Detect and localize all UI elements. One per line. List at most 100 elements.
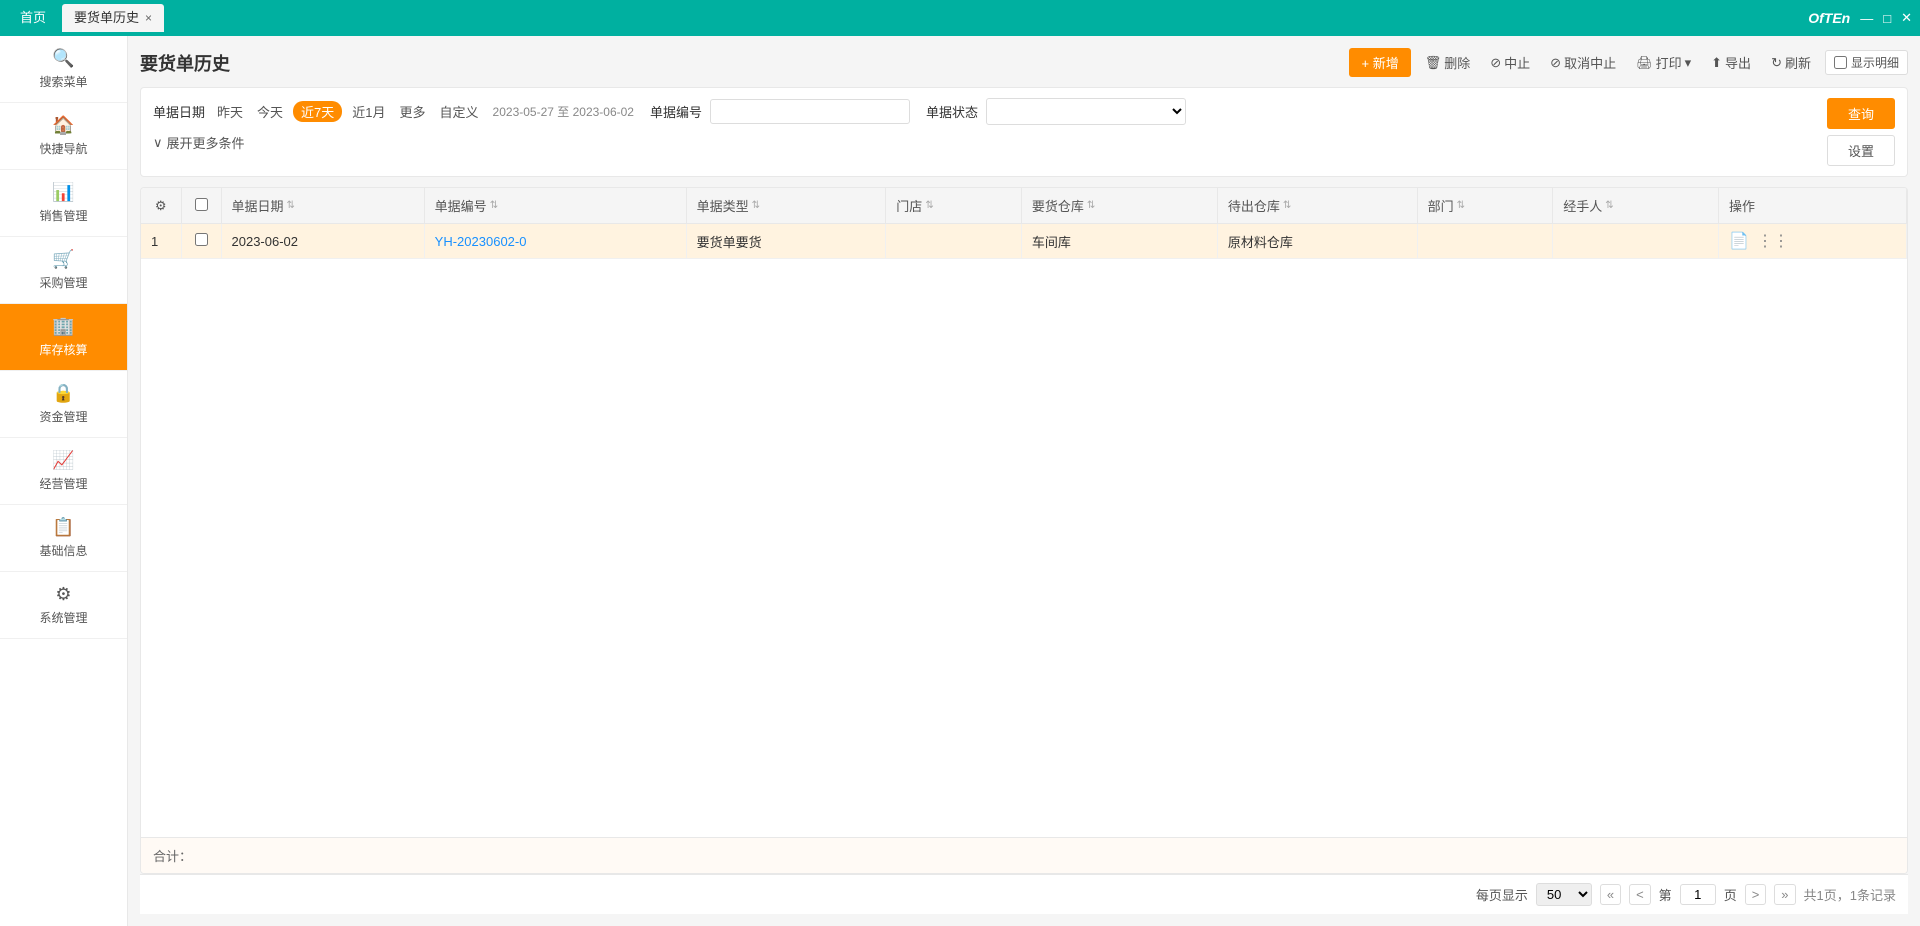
docno-label: 单据编号	[650, 102, 702, 121]
sidebar-item-system[interactable]: ⚙ 系统管理	[0, 572, 127, 639]
th-docno[interactable]: 单据编号⇅	[424, 188, 686, 224]
stop-button[interactable]: ⊘ 中止	[1484, 53, 1536, 72]
cancel-stop-button[interactable]: ⊘ 取消中止	[1544, 53, 1622, 72]
row-checkbox-cell	[181, 224, 221, 259]
setting-button[interactable]: 设置	[1827, 135, 1895, 166]
row-docno: YH-20230602-0	[424, 224, 686, 259]
sidebar-item-inventory[interactable]: 🏢 库存核算	[0, 304, 127, 371]
basic-info-icon: 📋	[52, 517, 74, 538]
sidebar-item-finance[interactable]: 🔒 资金管理	[0, 371, 127, 438]
th-doctype[interactable]: 单据类型⇅	[686, 188, 886, 224]
close-window-icon[interactable]: ✕	[1901, 10, 1912, 26]
docno-input[interactable]	[710, 99, 910, 124]
sidebar-item-sales[interactable]: 📊 销售管理	[0, 170, 127, 237]
row-index: 1	[141, 224, 181, 259]
sidebar-item-finance-label: 资金管理	[39, 408, 87, 425]
expand-label: 展开更多条件	[167, 133, 245, 152]
data-table: ⚙ 单据日期⇅ 单据编号⇅ 单据类型⇅ 门店⇅ 要货仓库⇅ 待出仓库⇅ 部门⇅ …	[141, 188, 1907, 259]
sidebar-item-search-menu[interactable]: 🔍 搜索菜单	[0, 36, 127, 103]
sidebar-item-operations-label: 经营管理	[39, 475, 87, 492]
status-label: 单据状态	[926, 102, 978, 121]
shortcut-more[interactable]: 更多	[396, 101, 430, 122]
minimize-icon[interactable]: —	[1860, 11, 1873, 26]
filter-area: 单据日期 昨天 今天 近7天 近1月 更多 自定义 2023-05-27 至 2…	[140, 87, 1908, 177]
page-input[interactable]	[1680, 884, 1716, 905]
sales-icon: 📊	[52, 182, 74, 203]
th-handler[interactable]: 经手人⇅	[1553, 188, 1719, 224]
maximize-icon[interactable]: □	[1883, 11, 1891, 26]
sidebar-item-purchase[interactable]: 🛒 采购管理	[0, 237, 127, 304]
delete-button[interactable]: 🗑 删除	[1419, 53, 1477, 72]
sidebar-item-operations[interactable]: 📈 经营管理	[0, 438, 127, 505]
page-title: 要货单历史	[140, 50, 1349, 76]
th-store[interactable]: 门店⇅	[886, 188, 1022, 224]
cancel-stop-icon: ⊘	[1550, 55, 1561, 71]
row-edit-icon[interactable]: 📄	[1729, 231, 1749, 251]
show-detail-button[interactable]: 显示明细	[1825, 50, 1908, 75]
print-button[interactable]: 🖨 打印 ▾	[1630, 53, 1697, 72]
active-tab[interactable]: 要货单历史 ×	[62, 4, 164, 32]
refresh-icon: ↻	[1771, 55, 1782, 71]
stop-icon: ⊘	[1490, 55, 1501, 71]
th-actions: 操作	[1719, 188, 1907, 224]
operations-icon: 📈	[52, 450, 74, 471]
page-size-select[interactable]: 50 10 20 100	[1536, 883, 1592, 906]
th-department[interactable]: 部门⇅	[1417, 188, 1553, 224]
brand-label: OfTEn	[1808, 10, 1850, 26]
expand-filter-btn[interactable]: ∨ 展开更多条件	[153, 133, 1807, 152]
th-req-warehouse[interactable]: 要货仓库⇅	[1021, 188, 1217, 224]
filter-row-1: 单据日期 昨天 今天 近7天 近1月 更多 自定义 2023-05-27 至 2…	[153, 98, 1807, 125]
shortcut-yesterday[interactable]: 昨天	[213, 101, 247, 122]
row-date: 2023-06-02	[221, 224, 424, 259]
sort-dept-icon: ⇅	[1457, 200, 1465, 211]
sort-pending-icon: ⇅	[1283, 200, 1291, 211]
next-page-button[interactable]: >	[1745, 884, 1767, 905]
shortcut-custom[interactable]: 自定义	[436, 101, 483, 122]
sidebar-item-search-menu-label: 搜索菜单	[39, 73, 87, 90]
row-req-warehouse: 车间库	[1021, 224, 1217, 259]
date-shortcuts: 昨天 今天 近7天 近1月 更多 自定义 2023-05-27 至 2023-0…	[213, 101, 634, 122]
sidebar-item-basic-info-label: 基础信息	[39, 542, 87, 559]
select-all-checkbox[interactable]	[195, 198, 208, 211]
home-tab[interactable]: 首页	[8, 4, 58, 32]
last-page-button[interactable]: »	[1774, 884, 1795, 905]
row-doctype: 要货单要货	[686, 224, 886, 259]
sidebar-item-quick-nav[interactable]: 🏠 快捷导航	[0, 103, 127, 170]
th-settings[interactable]: ⚙	[141, 188, 181, 224]
docno-link[interactable]: YH-20230602-0	[435, 234, 527, 249]
sidebar-item-basic-info[interactable]: 📋 基础信息	[0, 505, 127, 572]
shortcut-today[interactable]: 今天	[253, 101, 287, 122]
table-row: 1 2023-06-02 YH-20230602-0 要货单要货 车间库 原材料…	[141, 224, 1907, 259]
prev-page-button[interactable]: <	[1629, 884, 1651, 905]
finance-icon: 🔒	[52, 383, 74, 404]
th-checkbox	[181, 188, 221, 224]
shortcut-1month[interactable]: 近1月	[348, 101, 389, 122]
row-actions: 📄 ⋮⋮	[1719, 224, 1907, 259]
docno-filter-group: 单据编号	[650, 99, 910, 124]
query-button[interactable]: 查询	[1827, 98, 1895, 129]
table-container: ⚙ 单据日期⇅ 单据编号⇅ 单据类型⇅ 门店⇅ 要货仓库⇅ 待出仓库⇅ 部门⇅ …	[140, 187, 1908, 874]
export-button[interactable]: ⬆ 导出	[1705, 53, 1757, 72]
new-button[interactable]: + 新增	[1349, 48, 1410, 77]
export-icon: ⬆	[1711, 55, 1722, 71]
th-date[interactable]: 单据日期⇅	[221, 188, 424, 224]
shortcut-7days[interactable]: 近7天	[293, 101, 342, 122]
system-icon: ⚙	[55, 584, 71, 605]
refresh-button[interactable]: ↻ 刷新	[1765, 53, 1817, 72]
row-store	[886, 224, 1022, 259]
row-more-icon[interactable]: ⋮⋮	[1757, 231, 1789, 251]
home-tab-label: 首页	[20, 4, 46, 32]
first-page-button[interactable]: «	[1600, 884, 1621, 905]
date-filter-group: 单据日期 昨天 今天 近7天 近1月 更多 自定义 2023-05-27 至 2…	[153, 101, 634, 122]
show-detail-checkbox[interactable]	[1834, 56, 1847, 69]
delete-icon: 🗑	[1425, 55, 1442, 71]
pagination-bar: 每页显示 50 10 20 100 « < 第 页 > » 共1页，1条记录	[140, 874, 1908, 914]
status-select[interactable]	[986, 98, 1186, 125]
sort-handler-icon: ⇅	[1605, 200, 1613, 211]
table-header-row: ⚙ 单据日期⇅ 单据编号⇅ 单据类型⇅ 门店⇅ 要货仓库⇅ 待出仓库⇅ 部门⇅ …	[141, 188, 1907, 224]
row-checkbox[interactable]	[195, 233, 208, 246]
sidebar: 🔍 搜索菜单 🏠 快捷导航 📊 销售管理 🛒 采购管理 🏢 库存核算 🔒 资金管…	[0, 36, 128, 926]
date-range-display: 2023-05-27 至 2023-06-02	[493, 103, 634, 120]
th-pending-warehouse[interactable]: 待出仓库⇅	[1217, 188, 1417, 224]
tab-close-icon[interactable]: ×	[145, 4, 152, 32]
